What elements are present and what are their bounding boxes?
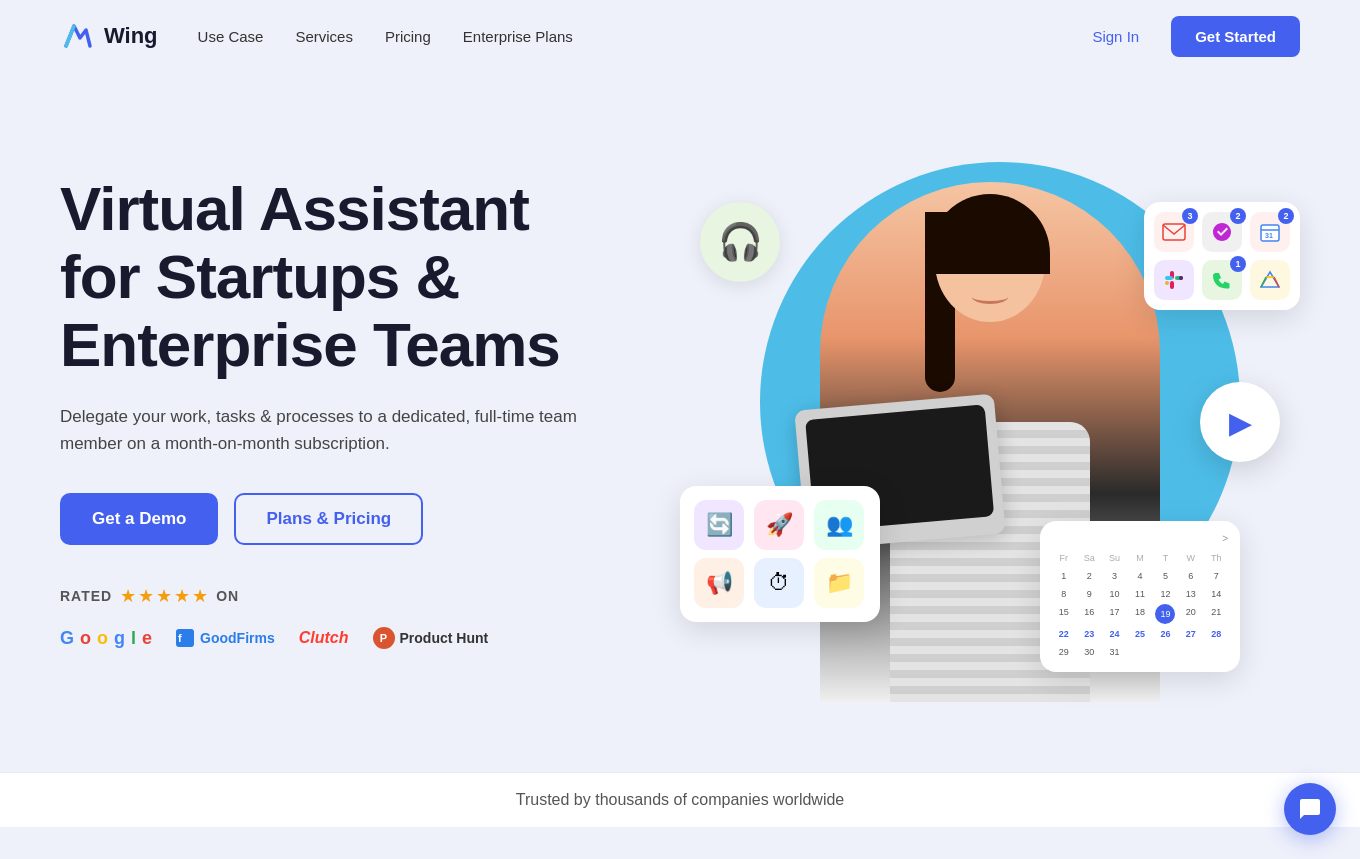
chat-icon bbox=[1298, 797, 1322, 821]
dash-item-6: 📁 bbox=[814, 558, 864, 608]
rating-section: RATED ★ ★ ★ ★ ★ ON bbox=[60, 585, 580, 607]
nav-left: Wing Use Case Services Pricing Enterpris… bbox=[60, 18, 573, 54]
ph-text: Product Hunt bbox=[400, 630, 489, 646]
dashboard-card: 🔄 🚀 👥 📢 ⏱ 📁 bbox=[680, 486, 880, 622]
dash-item-5: ⏱ bbox=[754, 558, 804, 608]
dash-item-2: 🚀 bbox=[754, 500, 804, 550]
ph-icon: P bbox=[373, 627, 395, 649]
logo[interactable]: Wing bbox=[60, 18, 158, 54]
star-3: ★ bbox=[156, 585, 172, 607]
app-icons-card: 3 2 31 2 1 bbox=[1144, 202, 1300, 310]
star-2: ★ bbox=[138, 585, 154, 607]
trust-logos: Google f GoodFirms Clutch P Product Hunt bbox=[60, 627, 580, 649]
calendar-icon: 31 2 bbox=[1250, 212, 1290, 252]
logo-text: Wing bbox=[104, 23, 158, 49]
svg-rect-8 bbox=[1165, 276, 1173, 280]
svg-text:f: f bbox=[178, 632, 182, 644]
plans-pricing-button[interactable]: Plans & Pricing bbox=[234, 493, 423, 545]
bottom-strip: Trusted by thousands of companies worldw… bbox=[0, 772, 1360, 827]
hero-section: Virtual Assistant for Startups & Enterpr… bbox=[0, 72, 1360, 772]
svg-rect-2 bbox=[1163, 224, 1185, 240]
rating-on: ON bbox=[216, 588, 239, 604]
hero-subtitle: Delegate your work, tasks & processes to… bbox=[60, 403, 580, 457]
svg-rect-10 bbox=[1165, 281, 1169, 285]
dashboard-grid: 🔄 🚀 👥 📢 ⏱ 📁 bbox=[694, 500, 866, 608]
dash-item-4: 📢 bbox=[694, 558, 744, 608]
get-demo-button[interactable]: Get a Demo bbox=[60, 493, 218, 545]
stars: ★ ★ ★ ★ ★ bbox=[120, 585, 208, 607]
notion-icon: 2 bbox=[1202, 212, 1242, 252]
hero-buttons: Get a Demo Plans & Pricing bbox=[60, 493, 580, 545]
get-started-button[interactable]: Get Started bbox=[1171, 16, 1300, 57]
wing-logo-icon bbox=[60, 18, 96, 54]
star-4: ★ bbox=[174, 585, 190, 607]
nav-right: Sign In Get Started bbox=[1076, 16, 1300, 57]
bottom-strip-text: Trusted by thousands of companies worldw… bbox=[516, 791, 844, 808]
today-indicator: 19 bbox=[1155, 604, 1175, 624]
calendar-card: > Fr Sa Su M T W Th 1 2 3 4 5 6 7 8 9 10… bbox=[1040, 521, 1240, 672]
star-1: ★ bbox=[120, 585, 136, 607]
cal-header: > bbox=[1052, 533, 1228, 544]
signin-button[interactable]: Sign In bbox=[1076, 20, 1155, 53]
google-logo: Google bbox=[60, 628, 152, 649]
navbar: Wing Use Case Services Pricing Enterpris… bbox=[0, 0, 1360, 72]
goodfirms-logo: f GoodFirms bbox=[176, 629, 275, 647]
play-button[interactable]: ▶ bbox=[1200, 382, 1280, 462]
svg-rect-7 bbox=[1170, 281, 1174, 289]
phone-icon: 1 bbox=[1202, 260, 1242, 300]
gmail-icon: 3 bbox=[1154, 212, 1194, 252]
chat-button[interactable] bbox=[1284, 783, 1336, 835]
hero-left: Virtual Assistant for Startups & Enterpr… bbox=[60, 175, 580, 650]
dash-item-3: 👥 bbox=[814, 500, 864, 550]
producthunt-logo: P Product Hunt bbox=[373, 627, 489, 649]
headset-bubble: 🎧 bbox=[700, 202, 780, 282]
dash-item-1: 🔄 bbox=[694, 500, 744, 550]
nav-link-use-case[interactable]: Use Case bbox=[198, 28, 264, 45]
drive-icon bbox=[1250, 260, 1290, 300]
cal-days: Fr Sa Su M T W Th 1 2 3 4 5 6 7 8 9 10 1… bbox=[1052, 550, 1228, 660]
nav-links: Use Case Services Pricing Enterprise Pla… bbox=[198, 28, 573, 45]
hero-illustration: 🎧 3 2 31 2 1 bbox=[680, 122, 1300, 702]
rating-label: RATED bbox=[60, 588, 112, 604]
hero-title: Virtual Assistant for Startups & Enterpr… bbox=[60, 175, 580, 380]
nav-link-services[interactable]: Services bbox=[295, 28, 353, 45]
star-5: ★ bbox=[192, 585, 208, 607]
slack-icon bbox=[1154, 260, 1194, 300]
svg-text:31: 31 bbox=[1265, 232, 1273, 239]
hair bbox=[930, 194, 1050, 274]
nav-link-pricing[interactable]: Pricing bbox=[385, 28, 431, 45]
svg-rect-11 bbox=[1179, 276, 1183, 280]
nav-link-enterprise[interactable]: Enterprise Plans bbox=[463, 28, 573, 45]
clutch-logo: Clutch bbox=[299, 629, 349, 647]
